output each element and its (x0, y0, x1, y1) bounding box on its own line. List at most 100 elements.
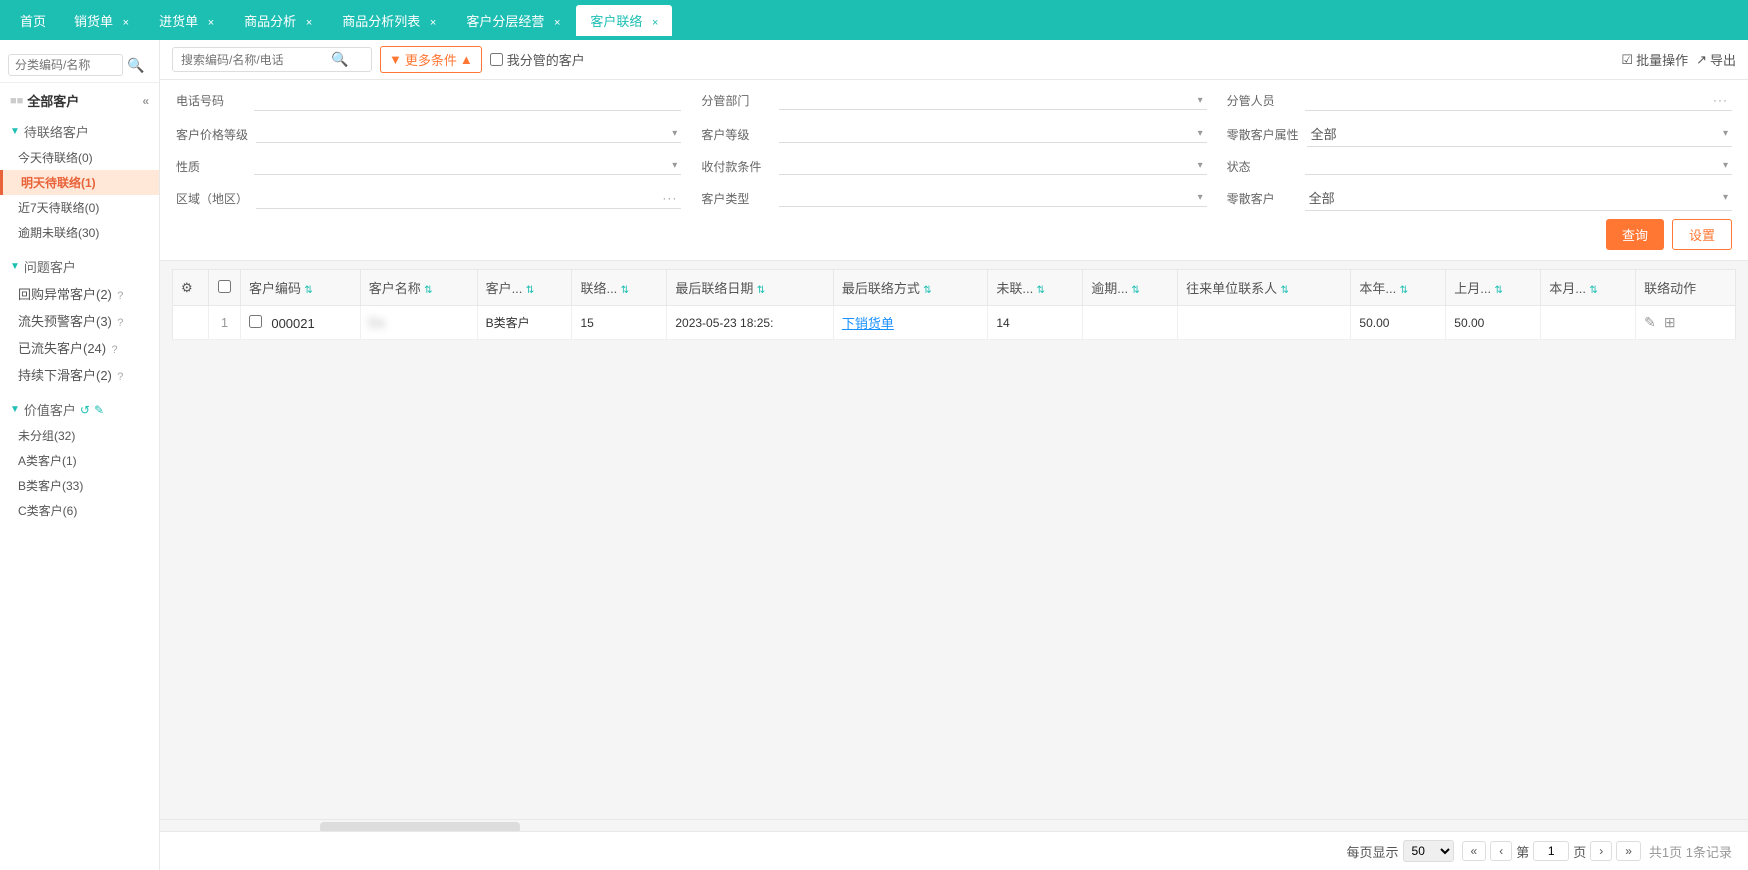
sidebar-all-customers[interactable]: ■■ 全部客户 « (0, 83, 159, 114)
help-icon-2[interactable]: ? (111, 344, 117, 356)
nav-close-analysis[interactable]: × (306, 17, 312, 29)
last-method-link[interactable]: 下销货单 (842, 316, 894, 331)
sidebar-item-7days[interactable]: 近7天待联络(0) (0, 195, 159, 220)
my-customers-label: 我分管的客户 (507, 50, 585, 69)
nav-item-customer-contact[interactable]: 客户联络 × (576, 5, 672, 36)
row-checkbox[interactable] (249, 315, 262, 328)
sidebar-group-pending-title[interactable]: ▼ 待联络客户 (0, 118, 159, 145)
nav-item-analysis[interactable]: 商品分析 × (230, 5, 326, 36)
help-icon-1[interactable]: ? (117, 317, 123, 329)
sidebar-item-abnormal[interactable]: 回购异常客户(2) ? (0, 280, 159, 307)
select-all-checkbox[interactable] (218, 280, 231, 293)
next-page-btn[interactable]: › (1590, 841, 1612, 861)
query-btn[interactable]: 查询 (1606, 219, 1664, 250)
filter-select-region[interactable]: ··· (256, 188, 681, 209)
nav-close-purchaseorder[interactable]: × (208, 17, 214, 29)
nav-close-salesorder[interactable]: × (123, 17, 129, 29)
th-code[interactable]: 客户编码 ⇅ (241, 270, 361, 306)
th-this-month[interactable]: 本月... ⇅ (1541, 270, 1636, 306)
filter-row-nature: 性质 ▾ (176, 157, 681, 175)
filter-select-customer-level[interactable]: ▾ (779, 125, 1206, 143)
settings-icon[interactable]: ⚙ (181, 280, 193, 295)
table-wrap: ⚙ 客户编码 ⇅ 客户名称 ⇅ (160, 261, 1748, 819)
filter-label-payment: 收付款条件 (701, 158, 771, 175)
batch-op-btn[interactable]: ☑ 批量操作 (1621, 50, 1688, 69)
content-area: 🔍 ▼ 更多条件 ▲ 我分管的客户 ☑ 批量操作 ↗ 导出 (160, 40, 1748, 870)
first-page-btn[interactable]: « (1462, 841, 1487, 861)
nav-item-salesorder[interactable]: 销货单 × (60, 5, 143, 36)
filter-select-dept[interactable]: ▾ (779, 92, 1206, 110)
filter-label-manager: 分管人员 (1227, 92, 1297, 109)
sidebar-item-a-class[interactable]: A类客户(1) (0, 448, 159, 473)
page-nav: « ‹ 第 页 › » (1462, 841, 1641, 861)
th-type[interactable]: 客户... ⇅ (477, 270, 572, 306)
search-icon[interactable]: 🔍 (331, 51, 348, 68)
filter-row-customer-level: 客户等级 ▾ (701, 121, 1206, 147)
last-page-btn[interactable]: » (1616, 841, 1641, 861)
filter-label-dept: 分管部门 (701, 92, 771, 109)
th-this-year[interactable]: 本年... ⇅ (1351, 270, 1446, 306)
sidebar-group-problem-title[interactable]: ▼ 问题客户 (0, 253, 159, 280)
nav-close-customer-mgmt[interactable]: × (554, 17, 560, 29)
nav-item-purchaseorder[interactable]: 进货单 × (145, 5, 228, 36)
value-refresh-icon[interactable]: ↺ (80, 403, 90, 417)
td-contact-count: 15 (572, 306, 667, 340)
th-uncontacted[interactable]: 未联... ⇅ (988, 270, 1083, 306)
filter-icon: ▼ (389, 52, 402, 67)
th-last-method[interactable]: 最后联络方式 ⇅ (833, 270, 987, 306)
sidebar-item-tomorrow[interactable]: 明天待联络(1) (0, 170, 159, 195)
grid-action-icon[interactable]: ⊞ (1664, 314, 1676, 331)
value-edit-icon[interactable]: ✎ (94, 403, 104, 417)
sidebar-search-input[interactable] (8, 54, 123, 76)
th-unit-contact[interactable]: 往来单位联系人 ⇅ (1178, 270, 1351, 306)
th-last-month[interactable]: 上月... ⇅ (1446, 270, 1541, 306)
page-size-select[interactable]: 50 10 20 100 (1403, 840, 1454, 862)
help-icon-0[interactable]: ? (117, 290, 123, 302)
filter-select-price-level[interactable]: ▾ (256, 125, 681, 143)
nav-home[interactable]: 首页 (8, 5, 58, 36)
page-input[interactable] (1533, 841, 1569, 861)
more-filter-btn[interactable]: ▼ 更多条件 ▲ (380, 46, 482, 73)
filter-select-status[interactable]: ▾ (1305, 157, 1732, 175)
th-overdue[interactable]: 逾期... ⇅ (1083, 270, 1178, 306)
th-contact-count[interactable]: 联络... ⇅ (572, 270, 667, 306)
filter-select-retail-attr[interactable]: 全部 ▾ (1307, 121, 1732, 147)
search-input[interactable] (181, 53, 331, 67)
nav-close-analysis-list[interactable]: × (430, 17, 436, 29)
sidebar-group-value-title[interactable]: ▼ 价值客户 ↺ ✎ (0, 396, 159, 423)
sidebar-search-icon[interactable]: 🔍 (127, 57, 144, 74)
filter-label-region: 区域（地区） (176, 190, 248, 207)
sidebar-collapse-icon[interactable]: « (142, 94, 149, 108)
filter-select-manager[interactable]: ··· (1305, 90, 1732, 111)
td-last-date: 2023-05-23 18:25: (667, 306, 834, 340)
nav-item-customer-mgmt[interactable]: 客户分层经营 × (452, 5, 574, 36)
th-name[interactable]: 客户名称 ⇅ (360, 270, 477, 306)
th-settings[interactable]: ⚙ (173, 270, 209, 306)
sidebar-item-churned[interactable]: 已流失客户(24) ? (0, 334, 159, 361)
sidebar-item-c-class[interactable]: C类客户(6) (0, 498, 159, 523)
nav-item-analysis-list[interactable]: 商品分析列表 × (328, 5, 450, 36)
set-btn[interactable]: 设置 (1672, 219, 1732, 250)
filter-row-retail-attr: 零散客户属性 全部 ▾ (1227, 121, 1732, 147)
filter-select-customer-type[interactable]: ▾ (779, 189, 1206, 207)
help-icon-3[interactable]: ? (117, 371, 123, 383)
export-btn[interactable]: ↗ 导出 (1696, 50, 1736, 69)
sidebar-item-b-class[interactable]: B类客户(33) (0, 473, 159, 498)
sidebar-item-churn-warning[interactable]: 流失预警客户(3) ? (0, 307, 159, 334)
nav-close-customer-contact[interactable]: × (652, 17, 658, 29)
sidebar-item-overdue[interactable]: 逾期未联络(30) (0, 220, 159, 245)
filter-row-phone: 电话号码 (176, 90, 681, 111)
th-last-date[interactable]: 最后联络日期 ⇅ (667, 270, 834, 306)
sidebar-item-ungrouped[interactable]: 未分组(32) (0, 423, 159, 448)
sort-icon-od: ⇅ (1131, 285, 1139, 296)
my-customers-checkbox[interactable] (490, 53, 503, 66)
sidebar-item-today[interactable]: 今天待联络(0) (0, 145, 159, 170)
edit-action-icon[interactable]: ✎ (1644, 314, 1656, 331)
filter-select-payment[interactable]: ▾ (779, 157, 1206, 175)
toolbar-right: ☑ 批量操作 ↗ 导出 (1621, 50, 1736, 69)
filter-select-retail[interactable]: 全部 ▾ (1305, 185, 1732, 211)
filter-select-nature[interactable]: ▾ (254, 157, 681, 175)
sidebar-item-declining[interactable]: 持续下滑客户(2) ? (0, 361, 159, 388)
prev-page-btn[interactable]: ‹ (1490, 841, 1512, 861)
my-customers-wrap: 我分管的客户 (490, 50, 585, 69)
